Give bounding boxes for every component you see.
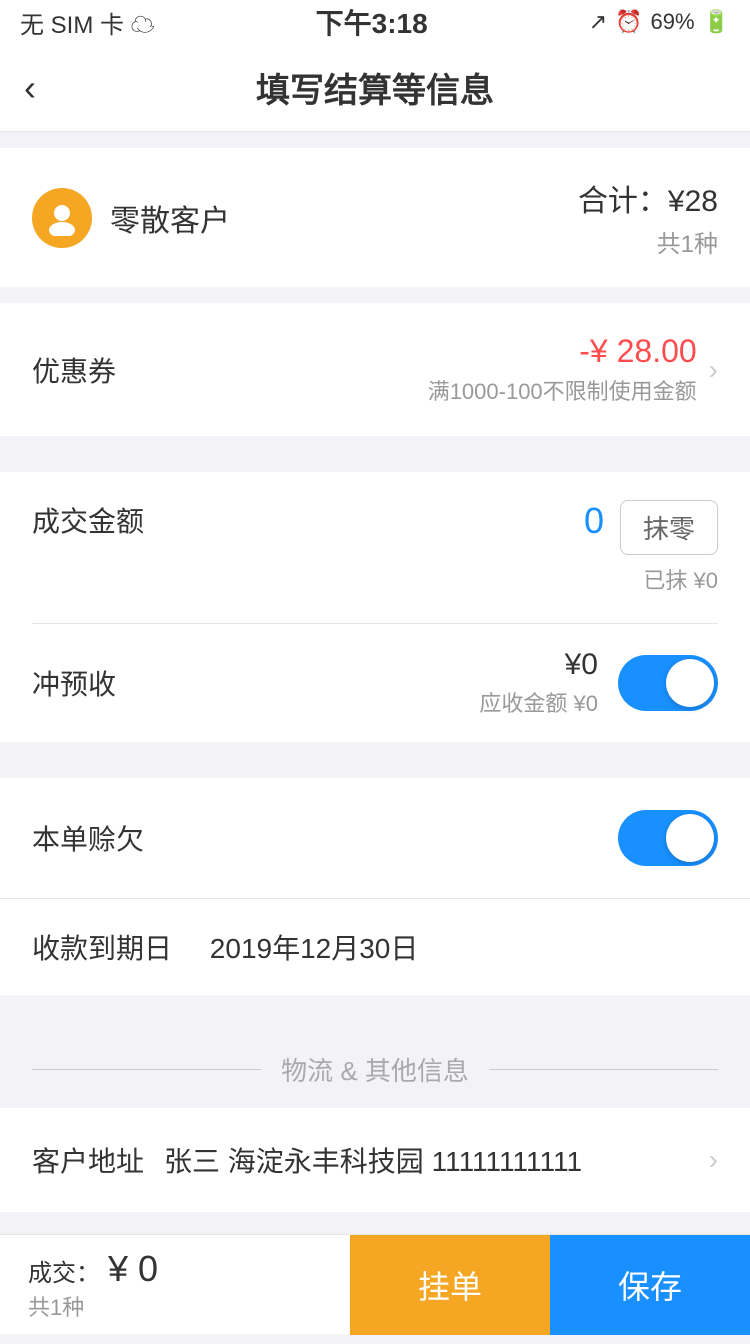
arrears-row: 本单赊欠: [0, 778, 750, 898]
address-label: 客户地址: [32, 1140, 144, 1180]
address-card[interactable]: 客户地址 张三 海淀永丰科技园 11111111111 ›: [0, 1108, 750, 1212]
page-title: 填写结算等信息: [256, 63, 494, 112]
deal-amount-card: 成交金额 0 抹零 已抹 ¥0 冲预收 ¥0 应收金额 ¥0: [0, 472, 750, 742]
erase-button[interactable]: 抹零: [620, 500, 718, 555]
back-button[interactable]: ‹: [24, 67, 36, 109]
customer-name: 零散客户: [110, 196, 230, 240]
prepay-sub: 应收金额 ¥0: [479, 686, 598, 718]
coupon-amount: -¥ 28.00: [428, 333, 697, 370]
coupon-desc: 满1000-100不限制使用金额: [428, 374, 697, 406]
deal-amount-label: 成交金额: [32, 500, 144, 540]
nav-bar: ‹ 填写结算等信息: [0, 44, 750, 132]
deal-amount-row: 成交金额 0 抹零 已抹 ¥0: [0, 472, 750, 623]
prepay-amount: ¥0: [479, 648, 598, 682]
alarm-icon: ⏰: [615, 9, 642, 35]
logistics-label: 物流 & 其他信息: [281, 1051, 469, 1088]
coupon-row[interactable]: 优惠券 -¥ 28.00 满1000-100不限制使用金额 ›: [0, 303, 750, 436]
status-time: 下午3:18: [316, 2, 428, 42]
coupon-text: -¥ 28.00 满1000-100不限制使用金额: [428, 333, 697, 406]
due-date-value: 2019年12月30日: [210, 933, 419, 964]
coupon-card[interactable]: 优惠券 -¥ 28.00 满1000-100不限制使用金额 ›: [0, 303, 750, 436]
sim-status: 无 SIM 卡 ☁: [20, 5, 155, 40]
customer-row: 零散客户 合计：¥28 共1种: [0, 148, 750, 287]
bottom-info: 成交： ¥ 0 共1种: [0, 1248, 350, 1322]
battery-icon: 🔋: [703, 9, 730, 35]
section-gap-2: [0, 758, 750, 778]
location-icon: ↗: [589, 9, 607, 35]
arrears-toggle-knob: [666, 814, 714, 862]
deal-sub: 已抹 ¥0: [643, 563, 718, 595]
chevron-right-icon: ›: [709, 354, 718, 386]
coupon-right: -¥ 28.00 满1000-100不限制使用金额 ›: [428, 333, 718, 406]
arrears-label: 本单赊欠: [32, 818, 144, 858]
avatar: [32, 188, 92, 248]
coupon-label: 优惠券: [32, 350, 116, 390]
prepay-row: 冲预收 ¥0 应收金额 ¥0: [0, 624, 750, 742]
logistics-line-left: [32, 1069, 261, 1070]
total-count: 共1种: [578, 224, 718, 259]
bottom-deal-label: 成交：: [28, 1253, 100, 1288]
status-left: 无 SIM 卡 ☁: [20, 5, 155, 40]
prepay-value-area: ¥0 应收金额 ¥0: [479, 648, 598, 718]
pending-button[interactable]: 挂单: [350, 1235, 550, 1335]
deal-value-area: 0 抹零: [584, 500, 718, 555]
section-gap-1: [0, 452, 750, 472]
address-row[interactable]: 客户地址 张三 海淀永丰科技园 11111111111 ›: [0, 1108, 750, 1212]
logistics-section: 物流 & 其他信息: [0, 1031, 750, 1108]
due-date-label: 收款到期日: [32, 933, 172, 964]
address-value: 张三 海淀永丰科技园 11111111111: [164, 1140, 697, 1180]
arrears-card: 本单赊欠 收款到期日 2019年12月30日: [0, 778, 750, 995]
prepay-label: 冲预收: [32, 663, 116, 703]
customer-card: 零散客户 合计：¥28 共1种: [0, 148, 750, 287]
address-chevron-icon: ›: [709, 1144, 718, 1176]
battery-level: 69%: [651, 9, 695, 35]
customer-left: 零散客户: [32, 188, 230, 248]
customer-total: 合计：¥28 共1种: [578, 176, 718, 259]
bottom-deal-value: ¥ 0: [108, 1248, 158, 1290]
save-button[interactable]: 保存: [550, 1235, 750, 1335]
logistics-line-right: [489, 1069, 718, 1070]
bottom-bar: 成交： ¥ 0 共1种 挂单 保存: [0, 1234, 750, 1334]
total-amount: 合计：¥28: [578, 176, 718, 220]
deal-amount-value: 0: [584, 500, 604, 542]
prepay-toggle[interactable]: [618, 655, 718, 711]
prepay-right: ¥0 应收金额 ¥0: [479, 648, 718, 718]
section-gap-3: [0, 1011, 750, 1031]
arrears-toggle[interactable]: [618, 810, 718, 866]
due-date-row: 收款到期日 2019年12月30日: [0, 898, 750, 995]
status-right: ↗ ⏰ 69% 🔋: [589, 9, 730, 35]
toggle-knob: [666, 659, 714, 707]
bottom-deal-count: 共1种: [28, 1290, 322, 1322]
status-bar: 无 SIM 卡 ☁ 下午3:18 ↗ ⏰ 69% 🔋: [0, 0, 750, 44]
